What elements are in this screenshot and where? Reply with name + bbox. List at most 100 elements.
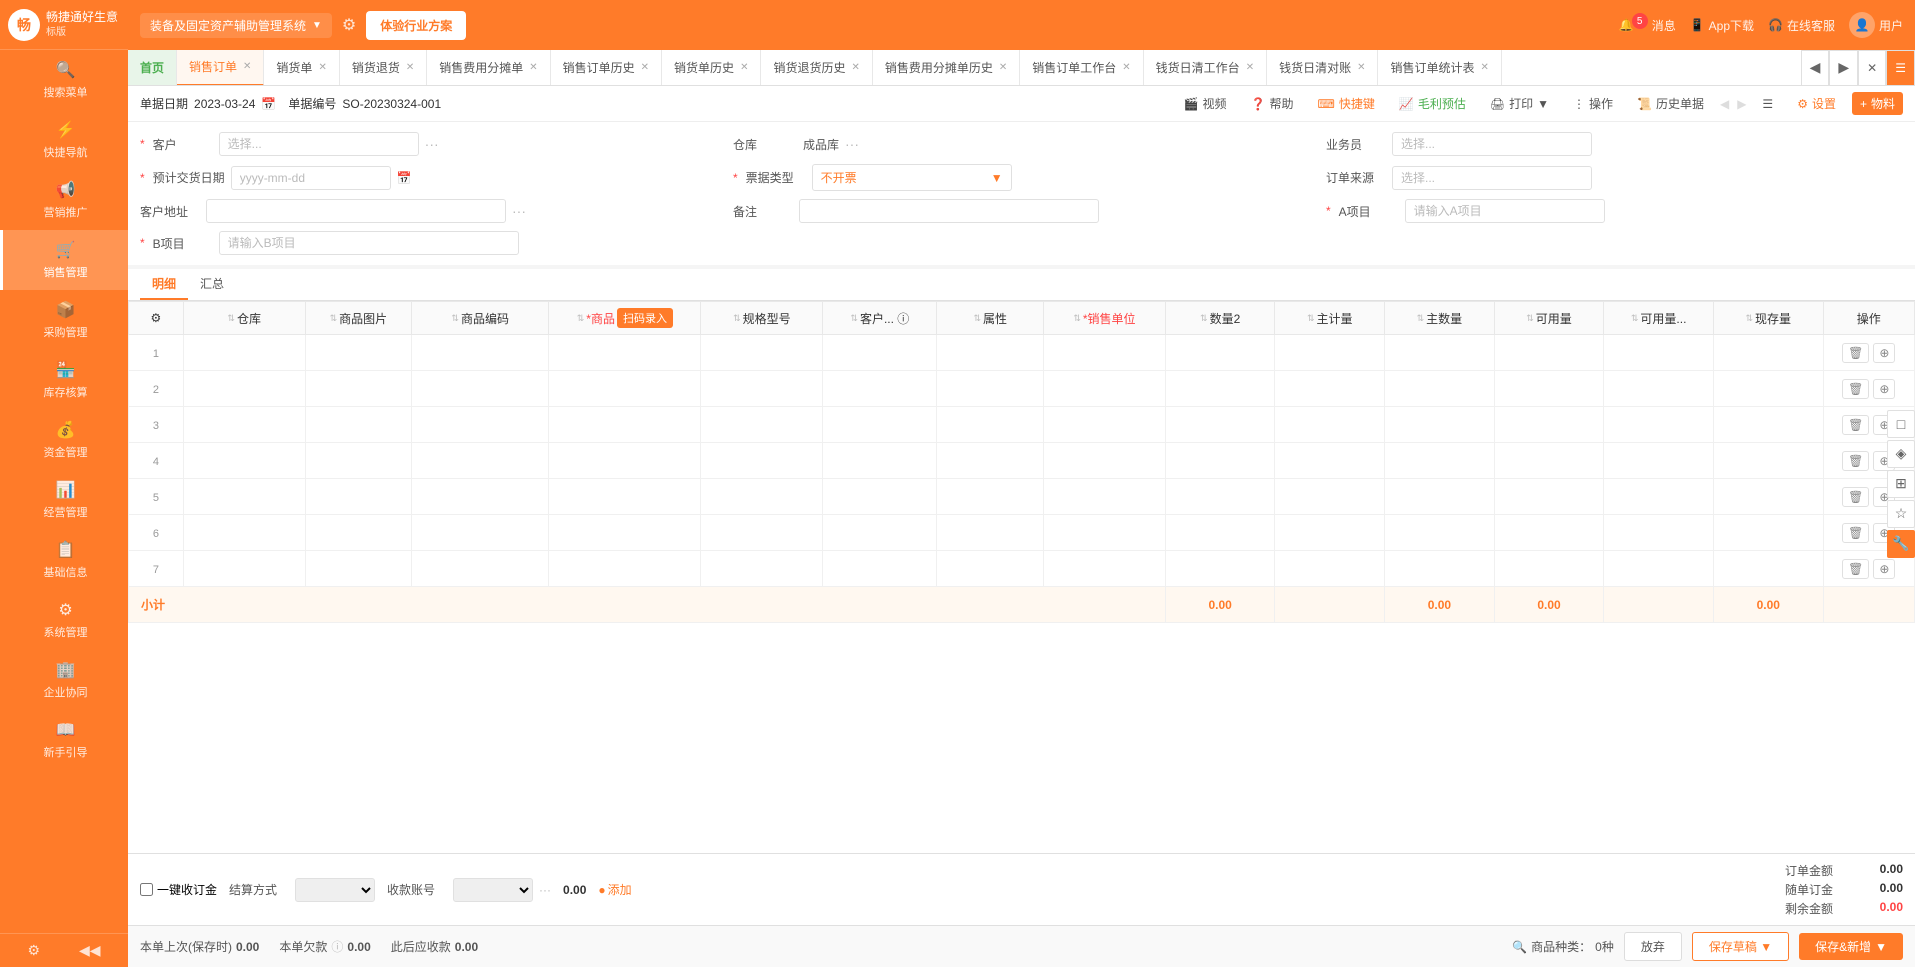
sort-warehouse-icon[interactable]: ⇅	[227, 313, 235, 324]
history-btn[interactable]: 📜 历史单据	[1629, 92, 1712, 115]
warehouse-more-icon[interactable]: ···	[845, 136, 859, 152]
order-source-input[interactable]	[1392, 166, 1592, 190]
sidebar-collapse-btn[interactable]: ◀◀	[79, 942, 101, 959]
row-delete-btn[interactable]: 🗑	[1842, 343, 1869, 363]
tab-refund-history[interactable]: 销货退货历史 ✕	[761, 50, 872, 86]
right-panel-btn-5[interactable]: 🔧	[1887, 530, 1915, 558]
sidebar-item-finance[interactable]: 💰 资金管理	[0, 410, 128, 470]
row-copy-btn[interactable]: ⊕	[1873, 379, 1895, 399]
calendar-icon[interactable]: 📅	[261, 97, 276, 111]
topbar-gear-icon[interactable]: ⚙	[342, 15, 356, 35]
close-tab-refund-history[interactable]: ✕	[851, 62, 859, 73]
account-select[interactable]	[453, 878, 533, 902]
save-new-button[interactable]: 保存&新增 ▼	[1799, 933, 1903, 960]
auto-settle-checkbox[interactable]: 一键收订金	[140, 881, 217, 898]
sort-avail-qty-icon[interactable]: ⇅	[1526, 313, 1534, 324]
profit-btn[interactable]: 📈 毛利预估	[1391, 92, 1474, 115]
sort-image-icon[interactable]: ⇅	[330, 313, 338, 324]
row-delete-btn[interactable]: 🗑	[1842, 415, 1869, 435]
sidebar-item-search[interactable]: 🔍 搜索菜单	[0, 50, 128, 110]
sort-main-qty-icon[interactable]: ⇅	[1417, 313, 1425, 324]
sidebar-item-guide[interactable]: 📖 新手引导	[0, 710, 128, 770]
add-account-btn[interactable]: ● 添加	[598, 881, 631, 898]
sort-spec-icon[interactable]: ⇅	[733, 313, 741, 324]
add-material-btn[interactable]: + 物料	[1852, 92, 1903, 115]
discard-button[interactable]: 放弃	[1624, 932, 1682, 961]
settings-shortcut-btn[interactable]: ⚙ 设置	[1789, 92, 1844, 115]
close-tab-sales-stats[interactable]: ✕	[1481, 62, 1489, 73]
staff-input[interactable]	[1392, 132, 1592, 156]
b-project-input[interactable]	[219, 231, 519, 255]
close-tab-fee-history[interactable]: ✕	[999, 62, 1007, 73]
invoice-select[interactable]: 不开票 ▼	[812, 164, 1012, 191]
tab-close-all-btn[interactable]: ✕	[1858, 50, 1886, 86]
tab-prev-btn[interactable]: ◀	[1801, 50, 1830, 86]
tab-list-btn[interactable]: ☰	[1886, 50, 1915, 86]
system-selector[interactable]: 装备及固定资产辅助管理系统 ▼	[140, 13, 332, 38]
sidebar-item-inventory[interactable]: 🏪 库存核算	[0, 350, 128, 410]
sort-unit-icon[interactable]: ⇅	[1073, 313, 1081, 324]
tab-sales-refund[interactable]: 销货退货 ✕	[340, 50, 427, 86]
close-tab-order-workbench[interactable]: ✕	[1122, 62, 1130, 73]
auto-settle-check[interactable]	[140, 883, 153, 896]
row-delete-btn[interactable]: 🗑	[1842, 379, 1869, 399]
sidebar-item-enterprise[interactable]: 🏢 企业协同	[0, 650, 128, 710]
tab-next-btn[interactable]: ▶	[1829, 50, 1858, 86]
notifications-btn[interactable]: 🔔 5 消息	[1619, 17, 1676, 34]
sort-avail-qty2-icon[interactable]: ⇅	[1631, 313, 1639, 324]
help-btn[interactable]: ❓ 帮助	[1243, 92, 1302, 115]
sidebar-item-purchase[interactable]: 📦 采购管理	[0, 290, 128, 350]
sort-current-qty-icon[interactable]: ⇅	[1745, 313, 1753, 324]
sidebar-item-quick-nav[interactable]: ⚡ 快捷导航	[0, 110, 128, 170]
address-more-icon[interactable]: ···	[512, 203, 526, 219]
sort-product-icon[interactable]: ⇅	[577, 313, 585, 324]
close-tab-sales-refund[interactable]: ✕	[406, 62, 414, 73]
tab-order-workbench[interactable]: 销售订单工作台 ✕	[1020, 50, 1143, 86]
tab-return-history[interactable]: 销货单历史 ✕	[662, 50, 761, 86]
col-settings-icon[interactable]: ⚙	[151, 311, 162, 325]
close-tab-order-history[interactable]: ✕	[641, 62, 649, 73]
sort-ccode-icon[interactable]: ⇅	[850, 313, 858, 324]
close-tab-money-clear-account[interactable]: ✕	[1357, 62, 1365, 73]
sort-main-unit-icon[interactable]: ⇅	[1307, 313, 1315, 324]
row-delete-btn[interactable]: 🗑	[1842, 487, 1869, 507]
operation-btn[interactable]: ⋮ 操作	[1565, 92, 1621, 115]
tab-sales-stats[interactable]: 销售订单统计表 ✕	[1378, 50, 1501, 86]
app-download-btn[interactable]: 📱 App下载	[1690, 17, 1754, 34]
row-delete-btn[interactable]: 🗑	[1842, 451, 1869, 471]
shortcut-btn[interactable]: ⌨ 快捷键	[1310, 92, 1383, 115]
close-tab-return-history[interactable]: ✕	[740, 62, 748, 73]
detail-tab-detail[interactable]: 明细	[140, 269, 188, 300]
row-delete-btn[interactable]: 🗑	[1842, 559, 1869, 579]
save-draft-dropdown-icon[interactable]: ▼	[1760, 940, 1772, 954]
online-service-btn[interactable]: 🎧 在线客服	[1768, 17, 1835, 34]
settle-method-select[interactable]	[295, 878, 375, 902]
user-menu-btn[interactable]: 👤 用户	[1849, 12, 1903, 38]
address-input[interactable]	[206, 199, 506, 223]
tab-fee-history[interactable]: 销售费用分摊单历史 ✕	[873, 50, 1020, 86]
current-debt-info-icon[interactable]: ⓘ	[331, 938, 343, 955]
customer-more-icon[interactable]: ···	[425, 136, 439, 152]
row-delete-btn[interactable]: 🗑	[1842, 523, 1869, 543]
tab-sales-fee-split[interactable]: 销售费用分摊单 ✕	[427, 50, 550, 86]
row-copy-btn[interactable]: ⊕	[1873, 559, 1895, 579]
close-tab-money-clear-workbench[interactable]: ✕	[1246, 62, 1254, 73]
close-tab-sales-return[interactable]: ✕	[318, 62, 326, 73]
scan-input-btn[interactable]: 扫码录入	[617, 308, 673, 328]
tab-money-clear-workbench[interactable]: 钱货日清工作台 ✕	[1144, 50, 1267, 86]
right-panel-btn-2[interactable]: ◈	[1887, 440, 1915, 468]
right-panel-btn-4[interactable]: ☆	[1887, 500, 1915, 528]
save-new-dropdown-icon[interactable]: ▼	[1875, 940, 1887, 954]
sidebar-item-marketing[interactable]: 📢 营销推广	[0, 170, 128, 230]
tab-home[interactable]: 首页	[128, 50, 177, 86]
close-tab-sales-order[interactable]: ✕	[243, 61, 251, 72]
tab-sales-order[interactable]: 销售订单 ✕	[177, 50, 264, 86]
right-panel-btn-3[interactable]: ⊞	[1887, 470, 1915, 498]
date-picker-icon[interactable]: 📅	[397, 171, 412, 185]
save-draft-button[interactable]: 保存草稿 ▼	[1692, 932, 1789, 961]
tab-sales-return[interactable]: 销货单 ✕	[264, 50, 339, 86]
sidebar-item-basic[interactable]: 📋 基础信息	[0, 530, 128, 590]
col-settings[interactable]: ⚙	[129, 302, 184, 335]
print-btn[interactable]: 🖨 打印 ▼	[1482, 92, 1557, 115]
tab-money-clear-account[interactable]: 钱货日清对账 ✕	[1267, 50, 1378, 86]
